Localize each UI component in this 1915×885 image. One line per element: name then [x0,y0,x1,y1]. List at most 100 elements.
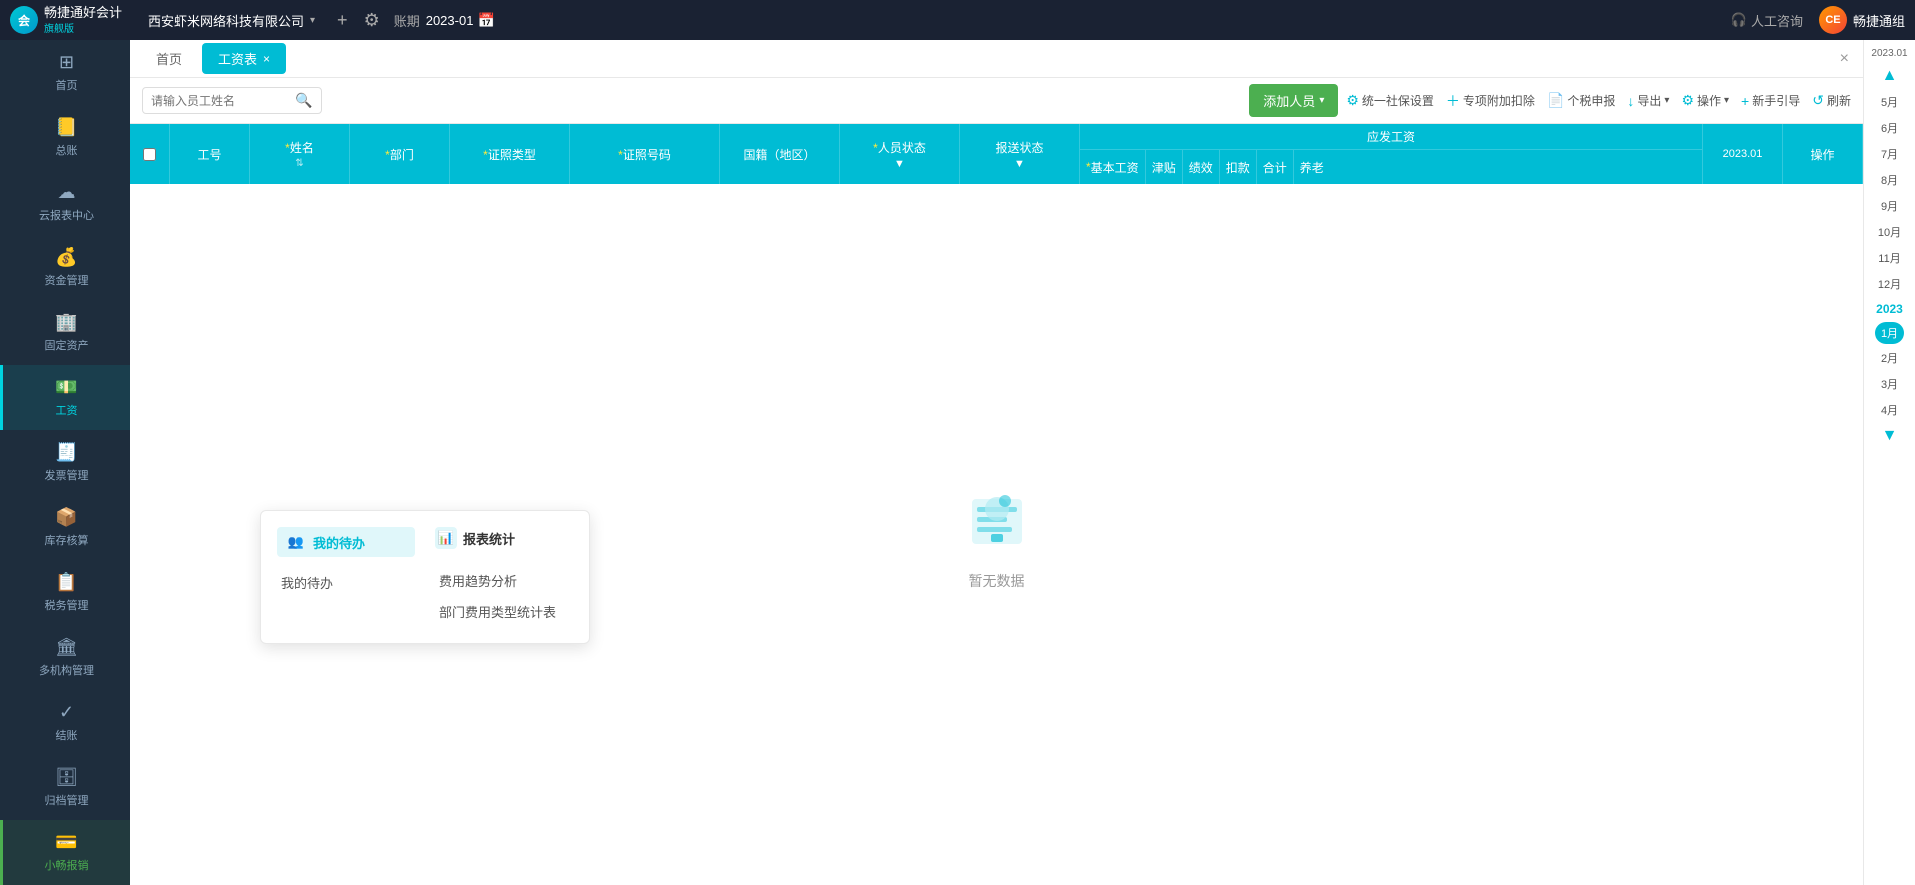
sidebar-item-multi-org[interactable]: 🏛 多机构管理 [0,625,130,690]
status-filter-icon[interactable]: ▼ [894,158,905,170]
popup-todo-item-1[interactable]: 我的待办 [277,567,415,598]
company-selector[interactable]: 西安虾米网络科技有限公司 ▾ [140,7,323,34]
sidebar-item-tax[interactable]: 📋 税务管理 [0,560,130,625]
salary-icon: 💵 [55,377,77,398]
timeline-month-12[interactable]: 12月 [1864,271,1915,297]
sidebar-item-home[interactable]: ⊞ 首页 [0,40,130,105]
tax-report-icon: 📄 [1547,92,1564,109]
timeline-month-3[interactable]: 3月 [1864,371,1915,397]
toolbar-actions: ⚙ 统一社保设置 ＋ 专项附加扣除 📄 个税申报 ↓ 导出 ▾ ⚙ [1346,91,1851,111]
sidebar-item-cloud-report[interactable]: ☁ 云报表中心 [0,170,130,235]
period-value: 2023-01 [426,13,474,28]
sidebar: ⊞ 首页 📒 总账 ☁ 云报表中心 💰 资金管理 🏢 固定资产 💵 工资 🧾 发… [0,40,130,885]
th-status: *人员状态 ▼ [840,124,960,184]
timeline-month-11[interactable]: 11月 [1864,245,1915,271]
social-insurance-button[interactable]: ⚙ 统一社保设置 [1346,92,1434,109]
operation-button[interactable]: ⚙ 操作 ▾ [1681,92,1729,109]
add-person-button[interactable]: 添加人员 ▾ [1249,84,1338,117]
th-dept: *部门 [350,124,450,184]
sidebar-item-ledger[interactable]: 📒 总账 [0,105,130,170]
tab-salary[interactable]: 工资表 × [202,43,286,74]
sidebar-item-fund[interactable]: 💰 资金管理 [0,235,130,300]
special-deduction-button[interactable]: ＋ 专项附加扣除 [1446,91,1535,111]
th-pension: 养老 [1294,150,1330,184]
timeline-nav-down[interactable]: ▼ [1878,423,1902,449]
sidebar-label: 首页 [56,77,78,93]
th-checkbox[interactable] [130,124,170,184]
customer-service-button[interactable]: 🎧 人工咨询 [1731,11,1803,30]
sidebar-item-invoice[interactable]: 🧾 发票管理 [0,430,130,495]
top-header: 会 畅捷通好会计 旗舰版 西安虾米网络科技有限公司 ▾ + ⚙ 账期 2023-… [0,0,1915,40]
tab-close-icon[interactable]: × [263,52,270,66]
archive-icon: 🗄 [55,767,78,788]
th-deduction: 扣款 [1220,150,1257,184]
timeline-month-7[interactable]: 7月 [1864,141,1915,167]
th-name: *姓名 ⇅ [250,124,350,184]
export-button[interactable]: ↓ 导出 ▾ [1627,92,1669,109]
sidebar-item-archive[interactable]: 🗄 归档管理 [0,755,130,820]
inventory-icon: 📦 [55,507,77,528]
popup-report-item-2[interactable]: 部门费用类型统计表 [435,596,573,627]
th-no: 工号 [170,124,250,184]
popup-report-item-1[interactable]: 费用趋势分析 [435,565,573,596]
top-right: 🎧 人工咨询 CE 畅捷通组 [1731,6,1905,34]
sidebar-item-assets[interactable]: 🏢 固定资产 [0,300,130,365]
sidebar-item-inventory[interactable]: 📦 库存核算 [0,495,130,560]
timeline-month-8[interactable]: 8月 [1864,167,1915,193]
tab-bar: 首页 工资表 × × [130,40,1863,78]
company-dropdown-icon[interactable]: ▾ [310,15,315,26]
select-all-checkbox[interactable] [143,148,156,161]
popup-col-todo: 👥 我的待办 我的待办 [277,527,415,627]
timeline-year-2023: 2023 [1864,297,1915,321]
header-actions: + ⚙ [333,6,384,35]
tax-icon: 📋 [55,572,77,593]
tab-home[interactable]: 首页 [140,43,198,74]
sidebar-item-expense[interactable]: 💳 小畅报销 [0,820,130,885]
th-period: 2023.01 [1703,124,1783,184]
guide-button[interactable]: + 新手引导 [1741,92,1800,109]
operation-icon: ⚙ [1681,92,1694,109]
timeline-month-5[interactable]: 5月 [1864,89,1915,115]
logo-icon: 会 [10,6,38,34]
name-sort-icon[interactable]: ⇅ [295,158,303,169]
sidebar-item-closing[interactable]: ✓ 结账 [0,690,130,755]
settings-header-button[interactable]: ⚙ [360,6,384,35]
fund-icon: 💰 [55,247,77,268]
timeline-month-9[interactable]: 9月 [1864,193,1915,219]
toolbar: 🔍 添加人员 ▾ ⚙ 统一社保设置 ＋ 专项附加扣除 📄 个税申报 [130,78,1863,124]
close-right-button[interactable]: × [1836,46,1853,72]
sidebar-item-salary[interactable]: 💵 工资 [0,365,130,430]
timeline-header: 2023.01 [1869,44,1909,63]
refresh-button[interactable]: ↺ 刷新 [1812,92,1851,109]
guide-toolbar-icon: + [1741,93,1749,109]
popup-col-report: 📊 报表统计 费用趋势分析 部门费用类型统计表 [435,527,573,627]
logo-area: 会 畅捷通好会计 旗舰版 [10,5,140,36]
timeline-month-4[interactable]: 4月 [1864,397,1915,423]
search-icon: 🔍 [295,92,312,109]
tax-report-button[interactable]: 📄 个税申报 [1547,92,1615,109]
th-cert-type: *证照类型 [450,124,570,184]
main-layout: ⊞ 首页 📒 总账 ☁ 云报表中心 💰 资金管理 🏢 固定资产 💵 工资 🧾 发… [0,40,1915,885]
report-status-filter-icon[interactable]: ▼ [1014,158,1025,170]
cloud-icon: ☁ [58,182,76,203]
timeline-month-6[interactable]: 6月 [1864,115,1915,141]
popup-report-icon: 📊 [435,527,457,549]
th-wage-group-cols: *基本工资 津贴 绩效 扣款 合计 养老 [1080,150,1702,184]
calendar-icon[interactable]: 📅 [477,12,494,29]
add-header-button[interactable]: + [333,6,352,35]
empty-illustration [957,479,1037,559]
popup-todo-icon: 👥 [285,531,307,553]
invoice-icon: 🧾 [55,442,77,463]
export-icon: ↓ [1627,93,1634,109]
company-name: 西安虾米网络科技有限公司 [148,11,304,30]
timeline-nav-up[interactable]: ▲ [1878,63,1902,89]
th-country: 国籍（地区） [720,124,840,184]
timeline-month-1-active[interactable]: 1月 [1875,322,1904,344]
popup-menu-cols: 👥 我的待办 我的待办 📊 报表统计 费用趋势分析 [277,527,573,627]
timeline-month-10[interactable]: 10月 [1864,219,1915,245]
user-area[interactable]: CE 畅捷通组 [1819,6,1905,34]
social-insurance-icon: ⚙ [1346,92,1359,109]
search-input[interactable] [151,94,291,108]
special-deduction-icon: ＋ [1446,91,1460,111]
timeline-month-2[interactable]: 2月 [1864,345,1915,371]
